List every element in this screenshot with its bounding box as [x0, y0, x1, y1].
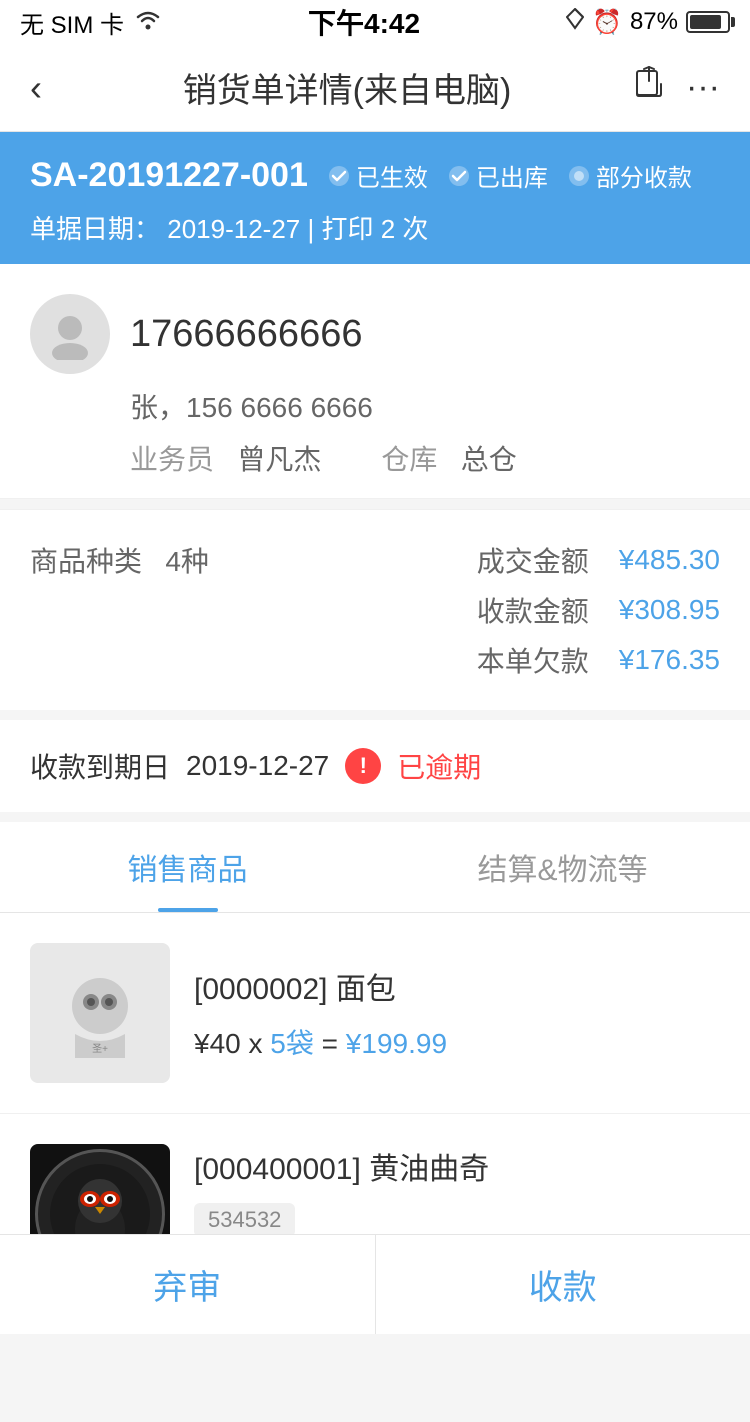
product-types-item: 商品种类 4种	[30, 540, 209, 580]
transaction-amount: ¥485.30	[619, 544, 720, 576]
received-row: 收款金额 ¥308.95	[477, 590, 720, 630]
separator-1	[0, 499, 750, 509]
due-section: 收款到期日 2019-12-27 ! 已逾期	[0, 720, 750, 822]
order-date: 2019-12-27	[167, 214, 300, 244]
tab-settlement[interactable]: 结算&物流等	[375, 822, 750, 912]
product-2-title: 黄油曲奇	[369, 1153, 489, 1186]
cancel-review-label: 弃审	[153, 1260, 221, 1309]
print-separator: | 打印	[307, 214, 380, 244]
debt-amount: ¥176.35	[619, 644, 720, 676]
order-id-row: SA-20191227-001 已生效 已出库 部分收款	[30, 156, 720, 195]
status-bar: 无 SIM 卡 下午4:42 ⏰ 87%	[0, 0, 750, 44]
salesperson-value	[222, 444, 230, 475]
salesperson-name: 曾凡杰	[237, 444, 321, 475]
transaction-row: 成交金额 ¥485.30	[477, 540, 720, 580]
product-1-code: [0000002]	[194, 973, 327, 1006]
date-label: 单据日期：	[30, 214, 160, 244]
due-date-label: 收款到期日	[30, 746, 170, 786]
battery-fill	[690, 15, 721, 29]
svg-text:圣+: 圣+	[92, 1043, 108, 1055]
status-effected-label: 已生效	[356, 158, 428, 193]
customer-avatar	[30, 294, 110, 374]
status-bar-right: ⏰ 87%	[566, 8, 730, 37]
stats-left: 商品种类 4种	[30, 540, 209, 580]
product-types-count: 4种	[165, 546, 209, 577]
customer-name: 张，156 6666 6666	[130, 386, 720, 426]
bottom-spacer	[0, 1322, 750, 1422]
nav-bar: ‹ 销货单详情(来自电脑) ···	[0, 44, 750, 132]
stats-right: 成交金额 ¥485.30 收款金额 ¥308.95 本单欠款 ¥176.35	[477, 540, 720, 680]
product-1-multiply: x	[249, 1028, 271, 1059]
status-bar-left: 无 SIM 卡	[20, 5, 162, 40]
tab-products-label: 销售商品	[128, 845, 248, 889]
tab-settlement-label: 结算&物流等	[477, 845, 647, 889]
product-1-name: [0000002] 面包	[194, 964, 720, 1008]
battery-icon	[686, 11, 730, 33]
product-2-sku: 534532	[194, 1203, 295, 1237]
warehouse-value	[445, 444, 453, 475]
warehouse-name: 总仓	[461, 444, 517, 475]
product-types-label: 商品种类	[30, 546, 142, 577]
debt-row: 本单欠款 ¥176.35	[477, 640, 720, 680]
status-badge-effected: 已生效	[328, 158, 428, 193]
product-1-thumb: 圣+	[30, 943, 170, 1083]
back-button[interactable]: ‹	[30, 67, 42, 109]
collect-payment-button[interactable]: 收款	[376, 1235, 750, 1334]
order-id: SA-20191227-001	[30, 156, 308, 195]
debt-label: 本单欠款	[477, 640, 589, 680]
product-1-price: ¥40	[194, 1028, 241, 1059]
received-label: 收款金额	[477, 590, 589, 630]
salesperson-label: 业务员	[130, 444, 214, 475]
product-item-1: 圣+ [0000002] 面包 ¥40 x 5袋 = ¥199.99	[0, 913, 750, 1114]
cancel-review-button[interactable]: 弃审	[0, 1235, 376, 1334]
collect-payment-label: 收款	[529, 1260, 597, 1309]
battery-percentage: 87%	[630, 8, 678, 36]
product-2-sku-row: 534532	[194, 1202, 720, 1237]
product-2-name: [000400001] 黄油曲奇	[194, 1144, 720, 1188]
product-2-code: [000400001]	[194, 1153, 361, 1186]
more-button[interactable]: ···	[686, 68, 720, 107]
status-delivered-label: 已出库	[476, 158, 548, 193]
tab-products[interactable]: 销售商品	[0, 822, 375, 912]
order-header-banner: SA-20191227-001 已生效 已出库 部分收款 单据日期： 2019-…	[0, 132, 750, 264]
overdue-icon: !	[345, 748, 381, 784]
received-amount: ¥308.95	[619, 594, 720, 626]
warehouse-item: 仓库 总仓	[381, 438, 516, 478]
customer-phone: 17666666666	[130, 313, 362, 356]
product-1-total: ¥199.99	[346, 1028, 447, 1059]
warehouse-label: 仓库	[381, 444, 437, 475]
due-date-value: 2019-12-27	[186, 750, 329, 782]
bottom-bar: 弃审 收款	[0, 1234, 750, 1334]
status-badge-partial: 部分收款	[568, 158, 692, 193]
salesperson-item: 业务员 曾凡杰	[130, 438, 321, 478]
share-button[interactable]	[632, 66, 666, 109]
product-1-price-row: ¥40 x 5袋 = ¥199.99	[194, 1022, 720, 1062]
product-1-qty: 5袋	[270, 1028, 321, 1059]
status-partial-label: 部分收款	[596, 158, 692, 193]
transaction-label: 成交金额	[477, 540, 589, 580]
customer-meta: 业务员 曾凡杰 仓库 总仓	[130, 438, 720, 478]
alarm-icon: ⏰	[592, 8, 622, 37]
overdue-text: 已逾期	[397, 746, 481, 786]
carrier-label: 无 SIM 卡	[20, 5, 124, 40]
tabs-section: 销售商品 结算&物流等	[0, 822, 750, 913]
page-title: 销货单详情(来自电脑)	[62, 63, 632, 112]
product-1-title: 面包	[336, 973, 396, 1006]
stats-section: 商品种类 4种 成交金额 ¥485.30 收款金额 ¥308.95 本单欠款 ¥…	[0, 509, 750, 720]
status-badge-delivered: 已出库	[448, 158, 548, 193]
product-1-equals: =	[322, 1028, 346, 1059]
nav-actions: ···	[632, 66, 720, 109]
time-display: 下午4:42	[308, 2, 420, 42]
order-date-row: 单据日期： 2019-12-27 | 打印 2 次	[30, 209, 720, 246]
product-1-info: [0000002] 面包 ¥40 x 5袋 = ¥199.99	[194, 943, 720, 1083]
customer-phone-row: 17666666666	[30, 294, 720, 374]
print-unit: 次	[402, 214, 428, 244]
print-count: 2	[381, 214, 395, 244]
customer-section: 17666666666 张，156 6666 6666 业务员 曾凡杰 仓库 总…	[0, 264, 750, 499]
location-icon	[566, 8, 584, 37]
wifi-icon	[134, 8, 162, 37]
